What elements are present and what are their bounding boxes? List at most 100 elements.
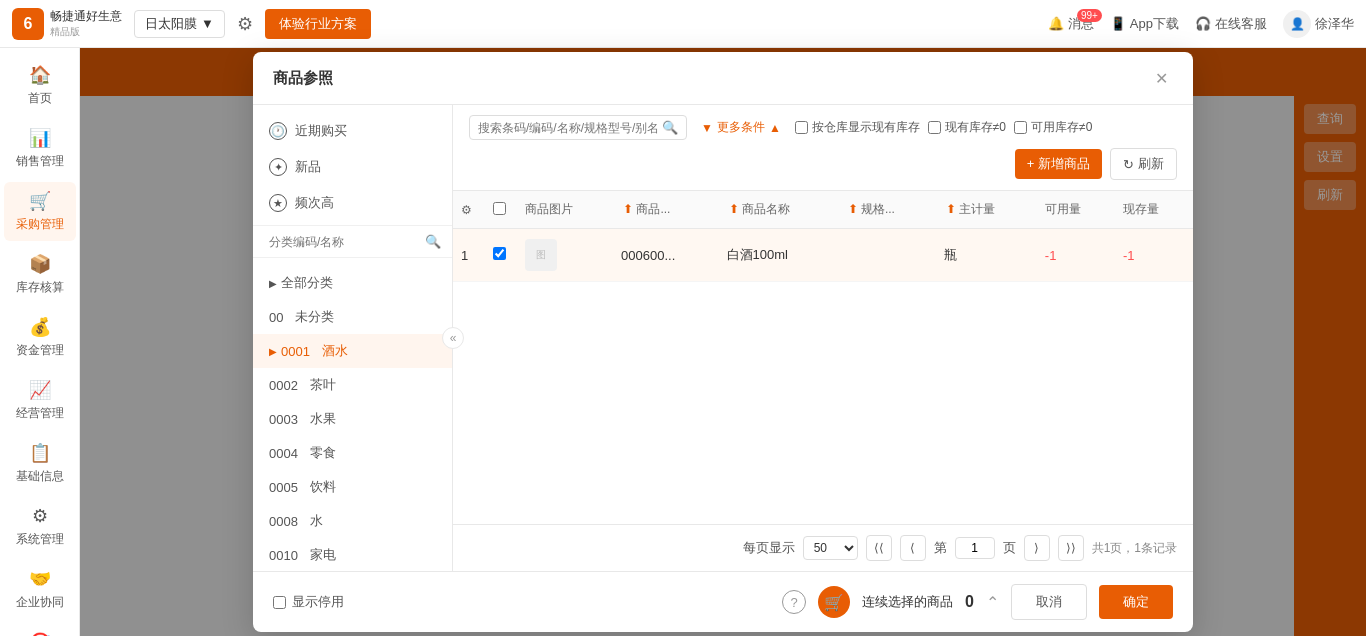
select-all-checkbox[interactable] (493, 202, 506, 215)
online-service-button[interactable]: 🎧 在线客服 (1195, 15, 1267, 33)
category-item-water[interactable]: 0008 水 (253, 504, 452, 538)
collapse-panel-button[interactable]: « (442, 327, 464, 349)
category-item-drinks[interactable]: 0005 饮料 (253, 470, 452, 504)
td-name: 白酒100ml (719, 229, 838, 282)
stock-nonzero-checkbox-label[interactable]: 现有库存≠0 (928, 119, 1006, 136)
page-next-button[interactable]: ⟩ (1024, 535, 1050, 561)
product-search-input[interactable] (478, 121, 658, 135)
show-disabled-checkbox[interactable] (273, 596, 286, 609)
category-item-tea[interactable]: 0002 茶叶 (253, 368, 452, 402)
sort-name-icon: ⬆ (729, 202, 739, 216)
table-settings-icon[interactable]: ⚙ (461, 203, 472, 217)
refresh-button[interactable]: ↻ 刷新 (1110, 148, 1177, 180)
sidebar-item-basic-info[interactable]: 📋 基础信息 (4, 434, 76, 493)
high-frequency-item[interactable]: ★ 频次高 (253, 185, 452, 221)
page-size-select[interactable]: 50 100 200 (803, 536, 858, 560)
th-checkbox (485, 191, 517, 229)
category-search-icon[interactable]: 🔍 (425, 234, 441, 249)
settings-icon[interactable]: ⚙ (237, 13, 253, 35)
available-nonzero-checkbox-label[interactable]: 可用库存≠0 (1014, 119, 1092, 136)
modal-body: 🕐 近期购买 ✦ 新品 ★ 频次高 « (253, 105, 1193, 571)
page-prev-button[interactable]: ⟨ (900, 535, 926, 561)
show-disabled-label[interactable]: 显示停用 (273, 593, 344, 611)
th-unit[interactable]: ⬆ 主计量 (936, 191, 1037, 229)
operations-icon: 📈 (29, 379, 51, 401)
chevron-down-icon: ▼ (201, 16, 214, 31)
by-warehouse-checkbox-label[interactable]: 按仓库显示现有库存 (795, 119, 920, 136)
th-spec[interactable]: ⬆ 规格... (838, 191, 936, 229)
high-frequency-icon: ★ (269, 194, 287, 212)
trial-button[interactable]: 体验行业方案 (265, 9, 371, 39)
sort-spec-icon: ⬆ (848, 202, 858, 216)
modal-close-button[interactable]: ✕ (1149, 66, 1173, 90)
sidebar-item-sales[interactable]: 📊 销售管理 (4, 119, 76, 178)
cart-button[interactable]: 🛒 (818, 586, 850, 618)
category-item-snacks[interactable]: 0004 零食 (253, 436, 452, 470)
cancel-button[interactable]: 取消 (1011, 584, 1087, 620)
category-list: ▶ 全部分类 00 未分类 ▶ 0001 酒水 0002 茶 (253, 262, 452, 563)
row-checkbox[interactable] (493, 247, 506, 260)
sidebar-item-guide[interactable]: 🎯 新手引导 (4, 623, 76, 636)
by-warehouse-checkbox[interactable] (795, 121, 808, 134)
sidebar-item-inventory[interactable]: 📦 库存核算 (4, 245, 76, 304)
sidebar-item-purchase[interactable]: 🛒 采购管理 (4, 182, 76, 241)
stock-nonzero-checkbox[interactable] (928, 121, 941, 134)
category-item-all[interactable]: ▶ 全部分类 (253, 266, 452, 300)
arrow-right-active-icon: ▶ (269, 346, 277, 357)
new-product-icon: ✦ (269, 158, 287, 176)
confirm-button[interactable]: 确定 (1099, 585, 1173, 619)
td-unit: 瓶 (936, 229, 1037, 282)
finance-icon: 💰 (29, 316, 51, 338)
new-product-item[interactable]: ✦ 新品 (253, 149, 452, 185)
sidebar-item-enterprise[interactable]: 🤝 企业协同 (4, 560, 76, 619)
category-item-uncategorized[interactable]: 00 未分类 (253, 300, 452, 334)
user-menu[interactable]: 👤 徐泽华 (1283, 10, 1354, 38)
sort-unit-icon: ⬆ (946, 202, 956, 216)
help-icon[interactable]: ? (782, 590, 806, 614)
modal-header: 商品参照 ✕ (253, 52, 1193, 105)
category-item-liquor[interactable]: ▶ 0001 酒水 (253, 334, 452, 368)
available-nonzero-checkbox[interactable] (1014, 121, 1027, 134)
th-available: 可用量 (1037, 191, 1115, 229)
arrow-right-icon: ▶ (269, 278, 277, 289)
sidebar-item-home[interactable]: 🏠 首页 (4, 56, 76, 115)
page-first-button[interactable]: ⟨⟨ (866, 535, 892, 561)
td-num: 1 (453, 229, 485, 282)
pagination-area: 每页显示 50 100 200 ⟨⟨ ⟨ 第 页 ⟩ (453, 524, 1193, 571)
sort-icon: ⬆ (623, 202, 633, 216)
page-last-button[interactable]: ⟩⟩ (1058, 535, 1084, 561)
table-row[interactable]: 1 图 000600... 白酒100ml (453, 229, 1193, 282)
category-item-fruit[interactable]: 0003 水果 (253, 402, 452, 436)
main-layout: 🏠 首页 📊 销售管理 🛒 采购管理 📦 库存核算 💰 资金管理 📈 经营管理 … (0, 48, 1366, 636)
basic-info-icon: 📋 (29, 442, 51, 464)
category-item-appliances[interactable]: 0010 家电 (253, 538, 452, 563)
page-info: 共1页，1条记录 (1092, 540, 1177, 557)
th-code[interactable]: ⬆ 商品... (613, 191, 718, 229)
modal-bottom-bar: 显示停用 ? 🛒 连续选择的商品 0 ⌃ 取消 确定 (253, 571, 1193, 632)
avatar: 👤 (1283, 10, 1311, 38)
logo-text: 畅捷通好生意 精品版 (50, 8, 122, 39)
sidebar-item-system[interactable]: ⚙ 系统管理 (4, 497, 76, 556)
more-filter-button[interactable]: ▼ 更多条件 ▲ (695, 115, 787, 140)
app-download-button[interactable]: 📱 App下载 (1110, 15, 1179, 33)
cart-collapse-icon[interactable]: ⌃ (986, 593, 999, 612)
bell-icon: 🔔 (1048, 16, 1064, 31)
product-image: 图 (525, 239, 557, 271)
cart-area: ? 🛒 连续选择的商品 0 ⌃ (782, 586, 999, 618)
modal-left-panel: 🕐 近期购买 ✦ 新品 ★ 频次高 « (253, 105, 453, 571)
td-image: 图 (517, 229, 613, 282)
logo-icon: 6 (12, 8, 44, 40)
recent-purchase-item[interactable]: 🕐 近期购买 (253, 113, 452, 149)
category-search-input[interactable] (269, 235, 419, 249)
sidebar-item-operations[interactable]: 📈 经营管理 (4, 371, 76, 430)
add-product-button[interactable]: + 新增商品 (1015, 149, 1102, 179)
refresh-icon: ↻ (1123, 157, 1134, 172)
enterprise-icon: 🤝 (29, 568, 51, 590)
search-icon[interactable]: 🔍 (662, 120, 678, 135)
page-number-input[interactable] (955, 537, 995, 559)
message-button[interactable]: 🔔 消息 99+ (1048, 15, 1094, 33)
logo-area: 6 畅捷通好生意 精品版 (12, 8, 122, 40)
th-name[interactable]: ⬆ 商品名称 (719, 191, 838, 229)
store-selector[interactable]: 日太阳膜 ▼ (134, 10, 225, 38)
sidebar-item-finance[interactable]: 💰 资金管理 (4, 308, 76, 367)
